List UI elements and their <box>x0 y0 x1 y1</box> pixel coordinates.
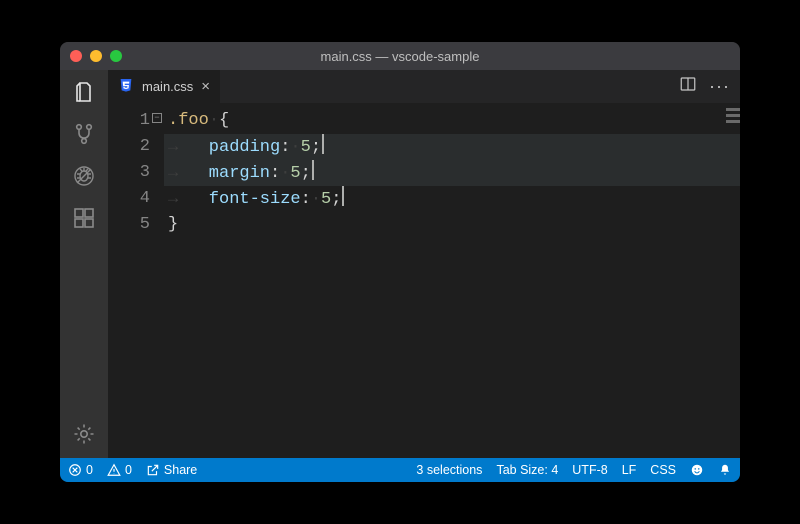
fullscreen-window-button[interactable] <box>110 50 122 62</box>
extensions-icon[interactable] <box>70 204 98 232</box>
main-area: main.css × ··· 1 2 3 4 <box>60 70 740 458</box>
activity-bar <box>60 70 108 458</box>
status-bell-icon[interactable] <box>718 463 732 477</box>
source-control-icon[interactable] <box>70 120 98 148</box>
status-language[interactable]: CSS <box>650 463 676 477</box>
tab-main-css[interactable]: main.css × <box>108 70 221 103</box>
warning-count: 0 <box>125 463 132 477</box>
overview-mark <box>726 120 740 123</box>
line-number-gutter: 1 2 3 4 5 − <box>108 104 164 458</box>
status-bar: 0 0 Share 3 selections Tab Size: 4 UTF-8… <box>60 458 740 482</box>
code-line: .foo·{ <box>164 108 740 134</box>
code-line: → margin:·5; <box>164 160 740 186</box>
window-title: main.css — vscode-sample <box>60 49 740 64</box>
app-window: main.css — vscode-sample <box>60 42 740 482</box>
text-cursor <box>342 186 344 206</box>
editor-actions: ··· <box>679 70 740 103</box>
window-controls <box>70 50 122 62</box>
line-number: 1 <box>108 108 150 134</box>
status-warnings[interactable]: 0 <box>107 463 132 477</box>
editor-area: main.css × ··· 1 2 3 4 <box>108 70 740 458</box>
line-number: 3 <box>108 160 150 186</box>
status-eol[interactable]: LF <box>622 463 637 477</box>
status-selections[interactable]: 3 selections <box>416 463 482 477</box>
fold-toggle[interactable]: − <box>152 113 162 123</box>
code-line: → padding:·5; <box>164 134 740 160</box>
close-window-button[interactable] <box>70 50 82 62</box>
code-line: → font-size:·5; <box>164 186 740 212</box>
more-actions-icon[interactable]: ··· <box>709 76 730 97</box>
code-editor[interactable]: 1 2 3 4 5 − .foo·{ → padding:·5; → margi… <box>108 104 740 458</box>
share-label: Share <box>164 463 197 477</box>
line-number: 4 <box>108 186 150 212</box>
status-feedback-icon[interactable] <box>690 463 704 477</box>
overview-mark <box>726 114 740 117</box>
close-tab-button[interactable]: × <box>201 79 210 94</box>
status-encoding[interactable]: UTF-8 <box>572 463 607 477</box>
line-number: 2 <box>108 134 150 160</box>
settings-gear-icon[interactable] <box>70 420 98 448</box>
explorer-icon[interactable] <box>70 78 98 106</box>
minimize-window-button[interactable] <box>90 50 102 62</box>
overview-mark <box>726 108 740 111</box>
status-errors[interactable]: 0 <box>68 463 93 477</box>
debug-disabled-icon[interactable] <box>70 162 98 190</box>
css-file-icon <box>118 77 134 96</box>
text-cursor <box>312 160 314 180</box>
status-tab-size[interactable]: Tab Size: 4 <box>496 463 558 477</box>
text-cursor <box>322 134 324 154</box>
code-line: } <box>164 212 740 238</box>
status-share[interactable]: Share <box>146 463 197 477</box>
titlebar[interactable]: main.css — vscode-sample <box>60 42 740 70</box>
split-editor-icon[interactable] <box>679 75 697 98</box>
tab-label: main.css <box>142 79 193 94</box>
editor-tabs: main.css × ··· <box>108 70 740 104</box>
code-content[interactable]: .foo·{ → padding:·5; → margin:·5; → font… <box>164 104 740 458</box>
line-number: 5 <box>108 212 150 238</box>
error-count: 0 <box>86 463 93 477</box>
overview-ruler[interactable] <box>726 108 740 126</box>
